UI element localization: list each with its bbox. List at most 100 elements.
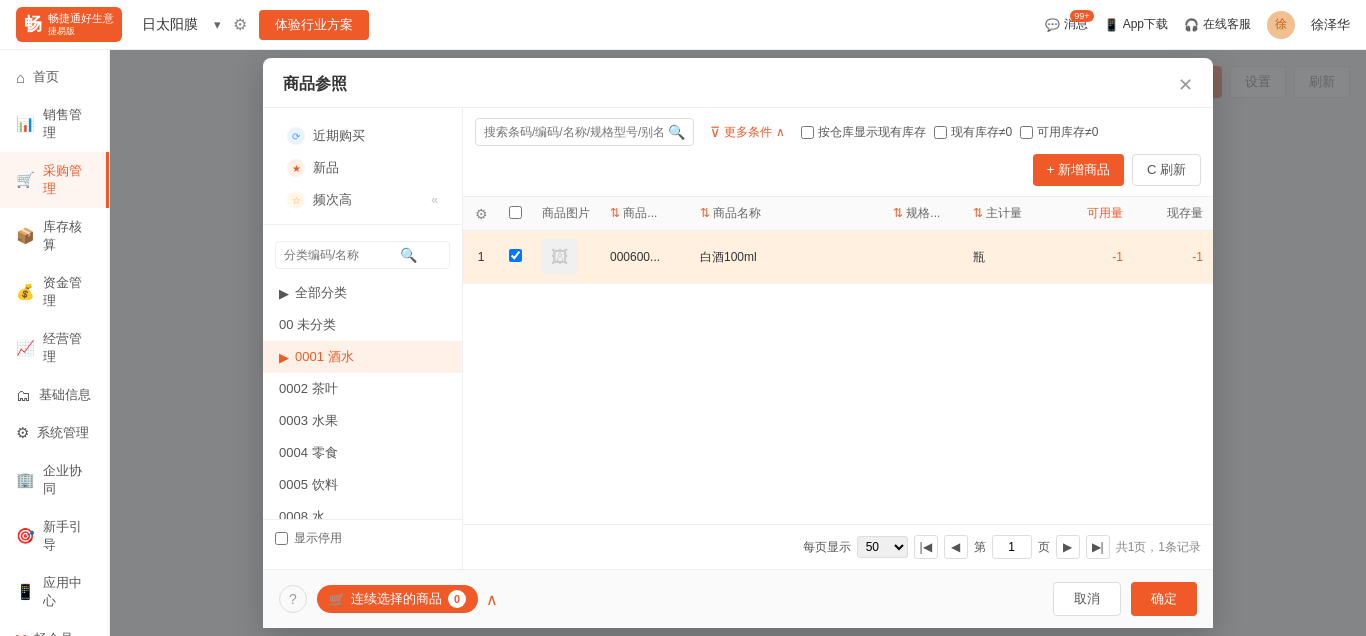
sidebar-item-label: 新手引导 — [43, 518, 93, 554]
page-number-input[interactable] — [992, 535, 1032, 559]
cart-label: 连续选择的商品 — [351, 590, 442, 608]
table-cell-check — [499, 231, 532, 284]
enterprise-icon: 🏢 — [16, 471, 35, 489]
collapse-icon[interactable]: « — [431, 193, 438, 207]
finance-icon: 💰 — [16, 283, 35, 301]
page-size-select[interactable]: 10 20 50 100 — [857, 536, 908, 558]
cat-item-0004[interactable]: 0004 零食 — [263, 437, 462, 469]
filter-warehouse-checkbox[interactable] — [801, 126, 814, 139]
table-row[interactable]: 1 🖼 000600... 白酒100ml — [463, 231, 1213, 284]
table-header-stock: 现存量 — [1133, 197, 1213, 231]
logo-text: 畅捷通好生意 — [48, 11, 114, 25]
filter-avail-nonzero-label: 可用库存≠0 — [1020, 124, 1098, 141]
app-download-item[interactable]: 📱 App下载 — [1104, 16, 1168, 33]
sort-icon: ⇅ — [610, 206, 620, 220]
logo[interactable]: 畅 畅捷通好生意 捷易版 — [16, 7, 122, 42]
sidebar-item-inventory[interactable]: 📦 库存核算 — [0, 208, 109, 264]
sidebar-item-purchase[interactable]: 🛒 采购管理 — [0, 152, 109, 208]
cat-item-label: 00 未分类 — [279, 316, 336, 334]
quick-recent[interactable]: ⟳ 近期购买 — [275, 120, 450, 152]
trial-button[interactable]: 体验行业方案 — [259, 10, 369, 40]
category-search-input[interactable] — [284, 248, 394, 262]
product-panel: 🔍 ⊽ 更多条件 ∧ 按仓库显示现有库存 — [463, 108, 1213, 569]
display-disabled-label: 显示停用 — [294, 530, 342, 547]
sidebar-item-label: 采购管理 — [43, 162, 90, 198]
sidebar: ⌂ 首页 📊 销售管理 🛒 采购管理 📦 库存核算 💰 资金管理 📈 经营管理 … — [0, 50, 110, 636]
apps-icon: 📱 — [16, 583, 35, 601]
filter-nonzero-checkbox[interactable] — [934, 126, 947, 139]
cat-item-00[interactable]: 00 未分类 — [263, 309, 462, 341]
sidebar-item-finance[interactable]: 💰 资金管理 — [0, 264, 109, 320]
cat-item-label: 0005 饮料 — [279, 476, 338, 494]
sidebar-item-sales[interactable]: 📊 销售管理 — [0, 96, 109, 152]
new-icon: ★ — [287, 159, 305, 177]
last-page-button[interactable]: ▶| — [1086, 535, 1110, 559]
add-product-button[interactable]: + 新增商品 — [1033, 154, 1124, 186]
quick-new[interactable]: ★ 新品 — [275, 152, 450, 184]
filter-warehouse-text: 按仓库显示现有库存 — [818, 124, 926, 141]
next-page-button[interactable]: ▶ — [1056, 535, 1080, 559]
product-search-icon[interactable]: 🔍 — [668, 124, 685, 140]
table-cell-unit: 瓶 — [963, 231, 1043, 284]
settings-icon[interactable]: ⚙ — [233, 15, 247, 34]
row-checkbox[interactable] — [509, 249, 522, 262]
cat-item-0002[interactable]: 0002 茶叶 — [263, 373, 462, 405]
brand-dropdown[interactable]: ▾ — [214, 17, 221, 32]
cat-item-0003[interactable]: 0003 水果 — [263, 405, 462, 437]
topbar-right: 💬 消息 99+ 📱 App下载 🎧 在线客服 徐 徐泽华 — [1045, 11, 1350, 39]
sidebar-item-label: 首页 — [33, 68, 59, 86]
quick-recent-label: 近期购买 — [313, 127, 365, 145]
table-gear-button[interactable]: ⚙ — [475, 206, 488, 222]
confirm-button[interactable]: 确定 — [1131, 582, 1197, 616]
sidebar-item-business[interactable]: 📈 经营管理 — [0, 320, 109, 376]
cat-arrow-icon: ▶ — [279, 286, 289, 301]
app-label: App下载 — [1123, 16, 1168, 33]
prev-page-button[interactable]: ◀ — [944, 535, 968, 559]
table-select-all-checkbox[interactable] — [509, 206, 522, 219]
display-disabled-checkbox[interactable] — [275, 532, 288, 545]
product-search-input[interactable] — [484, 125, 664, 139]
sort-icon: ⇅ — [700, 206, 710, 220]
sidebar-item-guide[interactable]: 🎯 新手引导 — [0, 508, 109, 564]
filter-avail-nonzero-checkbox[interactable] — [1020, 126, 1033, 139]
table-cell-avail: -1 — [1043, 231, 1133, 284]
help-button[interactable]: ? — [279, 585, 307, 613]
refresh-button[interactable]: C 刷新 — [1132, 154, 1201, 186]
app-icon: 📱 — [1104, 18, 1119, 32]
category-search-icon[interactable]: 🔍 — [400, 247, 417, 263]
table-header-avail-label: 可用量 — [1087, 206, 1123, 220]
category-search[interactable]: 🔍 — [275, 241, 450, 269]
cart-button[interactable]: 🛒 连续选择的商品 0 — [317, 585, 478, 613]
cat-item-label: 0001 酒水 — [295, 348, 354, 366]
sidebar-item-home[interactable]: ⌂ 首页 — [0, 58, 109, 96]
sidebar-item-enterprise[interactable]: 🏢 企业协同 — [0, 452, 109, 508]
nav-brand: 日太阳膜 — [142, 16, 198, 34]
service-label: 在线客服 — [1203, 16, 1251, 33]
cat-item-0005[interactable]: 0005 饮料 — [263, 469, 462, 501]
sidebar-item-vip[interactable]: V 畅会员 — [0, 620, 109, 636]
modal-close-button[interactable]: ✕ — [1178, 76, 1193, 94]
customer-service-item[interactable]: 🎧 在线客服 — [1184, 16, 1251, 33]
sidebar-item-apps[interactable]: 📱 应用中心 — [0, 564, 109, 620]
footer-collapse-icon[interactable]: ∧ — [486, 590, 498, 609]
cat-item-label: 0004 零食 — [279, 444, 338, 462]
quick-freq[interactable]: ☆ 频次高 « — [275, 184, 450, 216]
cat-item-0008[interactable]: 0008 水 — [263, 501, 462, 519]
cat-item-all[interactable]: ▶ 全部分类 — [263, 277, 462, 309]
product-search-box[interactable]: 🔍 — [475, 118, 694, 146]
first-page-button[interactable]: |◀ — [914, 535, 938, 559]
table-header-unit: ⇅ 主计量 — [963, 197, 1043, 231]
table-header-img: 商品图片 — [532, 197, 600, 231]
sidebar-item-base[interactable]: 🗂 基础信息 — [0, 376, 109, 414]
table-cell-img: 🖼 — [532, 231, 600, 284]
modal-header: 商品参照 ✕ — [263, 58, 1213, 108]
messages-icon-item[interactable]: 💬 消息 99+ — [1045, 16, 1088, 33]
username-label: 徐泽华 — [1311, 16, 1350, 34]
cancel-button[interactable]: 取消 — [1053, 582, 1121, 616]
sidebar-item-label: 应用中心 — [43, 574, 93, 610]
more-conditions-button[interactable]: ⊽ 更多条件 ∧ — [702, 120, 793, 145]
cat-item-0001[interactable]: ▶ 0001 酒水 — [263, 341, 462, 373]
table-cell-spec — [883, 231, 963, 284]
sidebar-item-system[interactable]: ⚙ 系统管理 — [0, 414, 109, 452]
category-panel: ⟳ 近期购买 ★ 新品 ☆ 频次高 « — [263, 108, 463, 569]
